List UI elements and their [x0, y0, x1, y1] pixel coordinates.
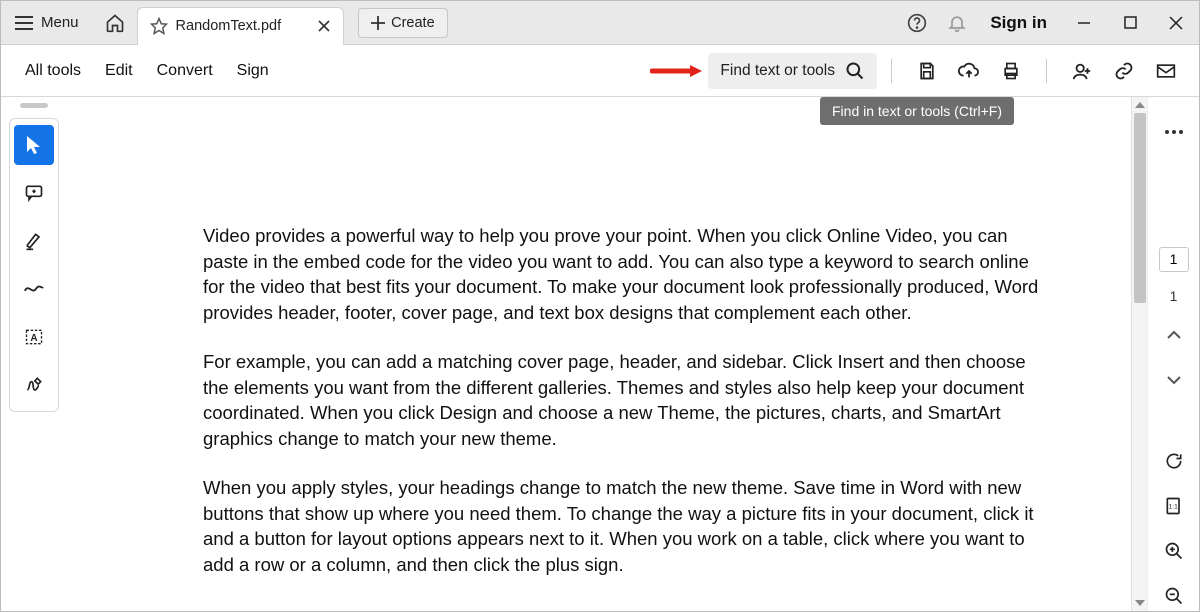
scroll-down-button[interactable] — [1132, 595, 1147, 611]
rotate-view-button[interactable] — [1159, 446, 1189, 475]
callout-arrow-icon — [650, 63, 702, 79]
all-tools-menu[interactable]: All tools — [13, 54, 93, 88]
mail-icon — [1156, 63, 1176, 79]
bell-icon — [947, 13, 967, 33]
minimize-icon — [1077, 16, 1091, 30]
rail-grip[interactable] — [20, 103, 48, 108]
divider — [891, 59, 892, 83]
page-number-input[interactable]: 1 — [1159, 247, 1189, 272]
chevron-up-icon — [1135, 102, 1145, 108]
signature-icon — [24, 375, 44, 395]
find-text-button[interactable]: Find text or tools — [708, 53, 877, 89]
more-horizontal-icon — [1164, 129, 1184, 135]
titlebar: Menu RandomText.pdf Create Sign in — [1, 1, 1199, 45]
rotate-icon — [1164, 451, 1184, 471]
close-icon — [1169, 16, 1183, 30]
upload-cloud-button[interactable] — [958, 60, 980, 82]
scroll-thumb[interactable] — [1134, 113, 1146, 303]
home-icon — [105, 13, 125, 33]
print-button[interactable] — [1000, 60, 1022, 82]
save-button[interactable] — [916, 60, 938, 82]
page-up-button[interactable] — [1159, 320, 1189, 349]
find-tooltip: Find in text or tools (Ctrl+F) — [820, 97, 1014, 125]
fit-page-button[interactable]: 1:1 — [1159, 491, 1189, 520]
cloud-upload-icon — [958, 61, 980, 81]
chevron-up-icon — [1166, 330, 1182, 340]
document-viewport[interactable]: Video provides a powerful way to help yo… — [67, 97, 1147, 611]
sign-menu[interactable]: Sign — [225, 54, 281, 88]
home-button[interactable] — [93, 1, 137, 45]
plus-icon — [371, 16, 385, 30]
paragraph: When you apply styles, your headings cha… — [203, 475, 1047, 577]
highlight-tool[interactable] — [14, 221, 54, 261]
help-button[interactable] — [906, 12, 928, 34]
email-button[interactable] — [1155, 60, 1177, 82]
scroll-up-button[interactable] — [1132, 97, 1147, 113]
help-icon — [907, 13, 927, 33]
fit-page-icon: 1:1 — [1164, 496, 1184, 516]
cursor-icon — [24, 134, 44, 156]
maximize-icon — [1124, 16, 1137, 29]
left-tool-rail: A — [1, 97, 67, 611]
page-down-button[interactable] — [1159, 365, 1189, 394]
hamburger-icon — [15, 16, 33, 30]
svg-text:A: A — [30, 333, 37, 344]
tab-title: RandomText.pdf — [176, 18, 282, 34]
edit-menu[interactable]: Edit — [93, 54, 145, 88]
link-button[interactable] — [1113, 60, 1135, 82]
find-label: Find text or tools — [720, 62, 835, 80]
freeform-icon — [23, 281, 45, 297]
paragraph: Video provides a powerful way to help yo… — [203, 223, 1047, 325]
print-icon — [1001, 61, 1021, 81]
window-maximize-button[interactable] — [1107, 1, 1153, 45]
toolbar: All tools Edit Convert Sign Find text or… — [1, 45, 1199, 97]
menu-button[interactable]: Menu — [1, 1, 93, 44]
zoom-in-button[interactable] — [1159, 537, 1189, 566]
tab-close-button[interactable] — [315, 17, 333, 35]
draw-tool[interactable] — [14, 269, 54, 309]
search-icon — [845, 61, 865, 81]
page-total: 1 — [1170, 288, 1178, 304]
paragraph: For example, you can add a matching cove… — [203, 349, 1047, 451]
zoom-out-button[interactable] — [1159, 582, 1189, 611]
text-box-icon: A — [24, 327, 44, 347]
divider — [1046, 59, 1047, 83]
document-content: Video provides a powerful way to help yo… — [67, 97, 1147, 577]
right-view-rail: 1 1 1:1 — [1147, 97, 1199, 611]
sign-in-button[interactable]: Sign in — [976, 13, 1061, 33]
chevron-down-icon — [1166, 375, 1182, 385]
svg-text:1:1: 1:1 — [1168, 503, 1178, 510]
comment-tool[interactable] — [14, 173, 54, 213]
highlighter-icon — [24, 231, 44, 251]
link-icon — [1114, 61, 1134, 81]
create-button[interactable]: Create — [358, 8, 448, 38]
window-minimize-button[interactable] — [1061, 1, 1107, 45]
save-icon — [917, 61, 937, 81]
text-box-tool[interactable]: A — [14, 317, 54, 357]
comment-icon — [24, 183, 44, 203]
window-close-button[interactable] — [1153, 1, 1199, 45]
chevron-down-icon — [1135, 600, 1145, 606]
vertical-scrollbar[interactable] — [1131, 97, 1147, 611]
select-tool[interactable] — [14, 125, 54, 165]
menu-label: Menu — [41, 14, 79, 31]
notifications-button[interactable] — [946, 12, 968, 34]
close-icon — [318, 20, 330, 32]
more-options-button[interactable] — [1159, 117, 1189, 146]
share-people-icon — [1071, 61, 1093, 81]
share-button[interactable] — [1071, 60, 1093, 82]
convert-menu[interactable]: Convert — [145, 54, 225, 88]
fill-sign-tool[interactable] — [14, 365, 54, 405]
zoom-in-icon — [1164, 541, 1184, 561]
zoom-out-icon — [1164, 586, 1184, 606]
document-tab[interactable]: RandomText.pdf — [137, 7, 345, 45]
create-label: Create — [391, 15, 435, 31]
star-icon — [150, 17, 168, 35]
